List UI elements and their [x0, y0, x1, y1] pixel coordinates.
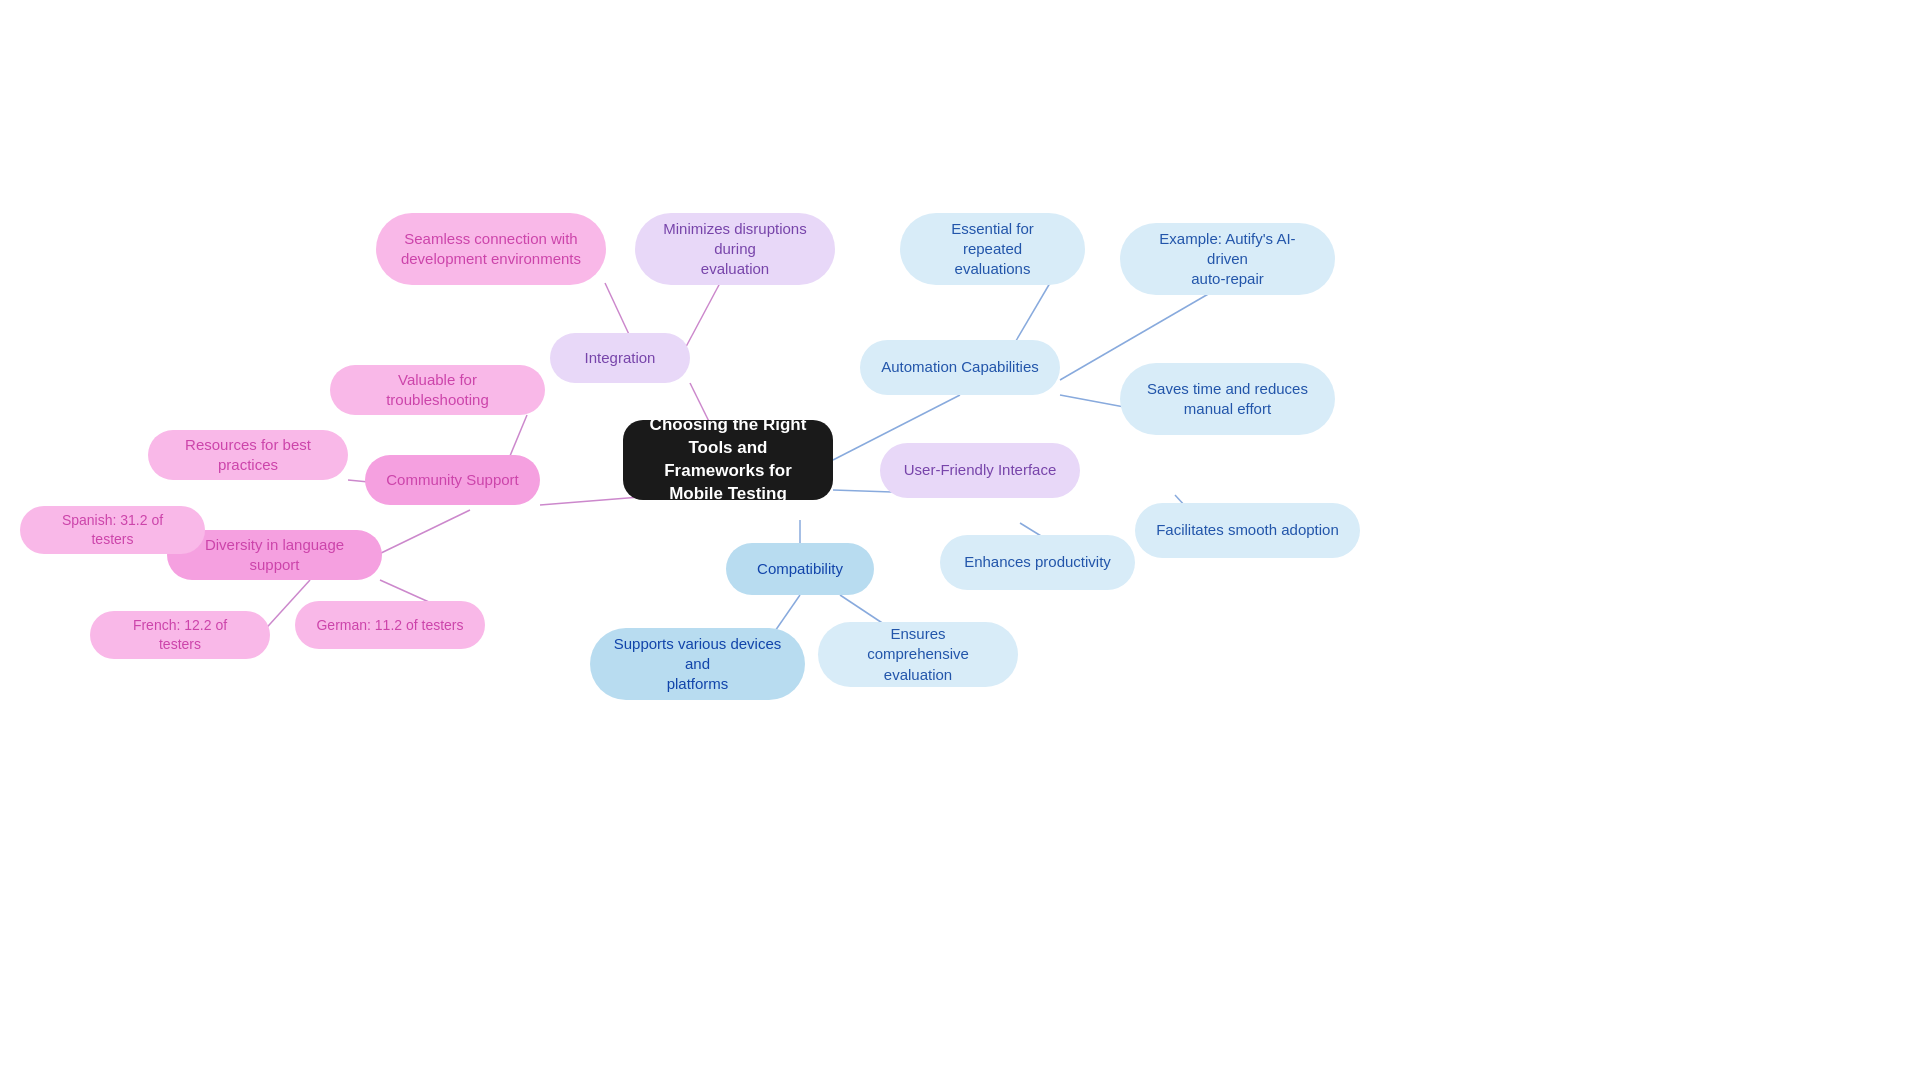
french-label: French: 12.2 of testers	[110, 616, 250, 654]
automation-node: Automation Capabilities	[860, 340, 1060, 395]
user-friendly-label: User-Friendly Interface	[904, 460, 1057, 480]
compatibility-label: Compatibility	[757, 559, 843, 579]
enhances-node: Enhances productivity	[940, 535, 1135, 590]
svg-line-9	[377, 510, 470, 555]
minimizes-label: Minimizes disruptions during evaluation	[655, 219, 815, 280]
community-label: Community Support	[386, 470, 519, 490]
spanish-label: Spanish: 31.2 of testers	[40, 511, 185, 549]
facilitates-node: Facilitates smooth adoption	[1135, 503, 1360, 558]
supports-label: Supports various devices and platforms	[610, 634, 785, 695]
enhances-label: Enhances productivity	[964, 552, 1111, 572]
seamless-label: Seamless connection with development env…	[401, 229, 581, 270]
essential-label: Essential for repeated evaluations	[920, 219, 1065, 280]
supports-node: Supports various devices and platforms	[590, 628, 805, 700]
saves-node: Saves time and reduces manual effort	[1120, 363, 1335, 435]
minimizes-node: Minimizes disruptions during evaluation	[635, 213, 835, 285]
saves-label: Saves time and reduces manual effort	[1147, 379, 1308, 420]
troubleshoot-label: Valuable for troubleshooting	[350, 370, 525, 411]
user-friendly-node: User-Friendly Interface	[880, 443, 1080, 498]
german-label: German: 11.2 of testers	[316, 616, 463, 635]
german-node: German: 11.2 of testers	[295, 601, 485, 649]
center-label: Choosing the Right Tools and Frameworks …	[643, 414, 813, 506]
example-label: Example: Autify's AI-driven auto-repair	[1140, 229, 1315, 290]
automation-label: Automation Capabilities	[881, 357, 1039, 377]
community-node: Community Support	[365, 455, 540, 505]
integration-node: Integration	[550, 333, 690, 383]
compatibility-node: Compatibility	[726, 543, 874, 595]
ensures-label: Ensures comprehensive evaluation	[838, 624, 998, 685]
diversity-label: Diversity in language support	[187, 535, 362, 576]
resources-node: Resources for best practices	[148, 430, 348, 480]
integration-label: Integration	[585, 348, 656, 368]
ensures-node: Ensures comprehensive evaluation	[818, 622, 1018, 687]
essential-node: Essential for repeated evaluations	[900, 213, 1085, 285]
french-node: French: 12.2 of testers	[90, 611, 270, 659]
troubleshoot-node: Valuable for troubleshooting	[330, 365, 545, 415]
resources-label: Resources for best practices	[168, 435, 328, 476]
example-node: Example: Autify's AI-driven auto-repair	[1120, 223, 1335, 295]
facilitates-label: Facilitates smooth adoption	[1156, 520, 1339, 540]
center-node: Choosing the Right Tools and Frameworks …	[623, 420, 833, 500]
seamless-node: Seamless connection with development env…	[376, 213, 606, 285]
spanish-node: Spanish: 31.2 of testers	[20, 506, 205, 554]
